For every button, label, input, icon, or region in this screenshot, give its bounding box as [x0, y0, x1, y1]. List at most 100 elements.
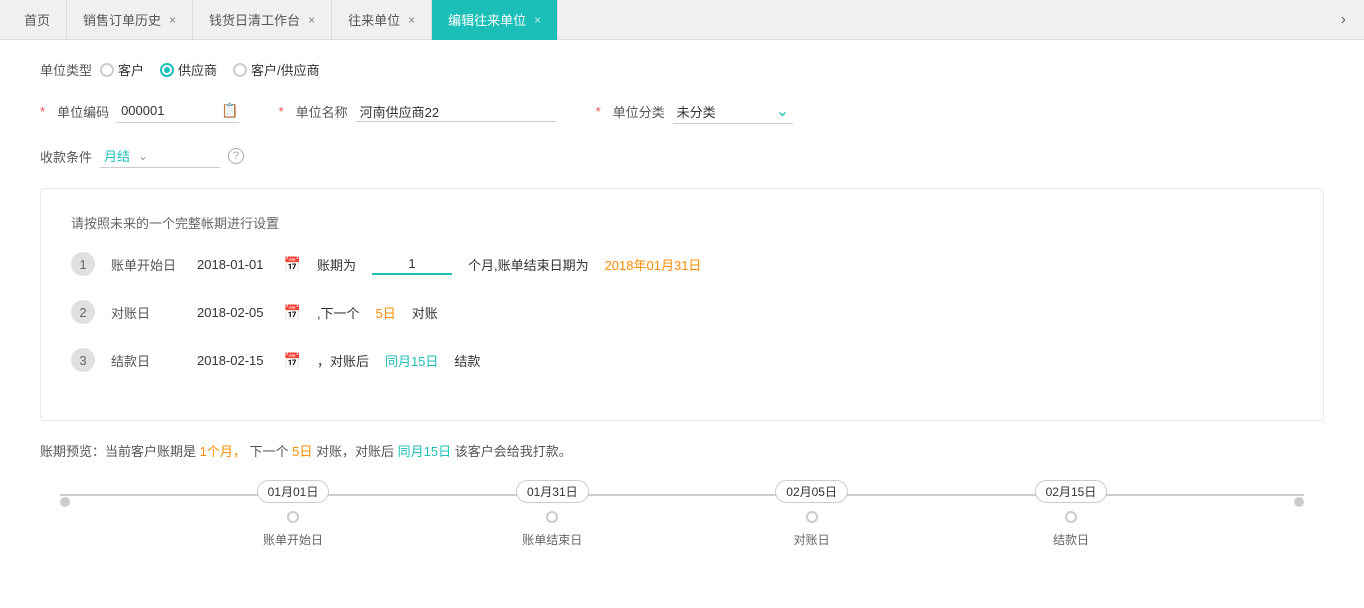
unit-type-label: 单位类型: [40, 60, 92, 79]
unit-code-copy-icon[interactable]: 📋: [221, 102, 238, 119]
preview-prefix: 账期预览：当前客户账期是: [40, 444, 196, 459]
timeline-item-2: 02月05日 对账日: [775, 480, 848, 548]
unit-name-label: 单位名称: [296, 102, 348, 121]
radio-supplier[interactable]: 供应商: [160, 60, 217, 79]
preview-reconcile-day: 5日: [292, 444, 312, 459]
tab-edit-partner[interactable]: 编辑往来单位 ×: [432, 0, 558, 40]
unit-category-star: *: [596, 104, 601, 119]
timeline-dot-0: [287, 511, 299, 523]
unit-type-row: 单位类型 客户 供应商 客户/供应商: [40, 60, 1324, 79]
timeline-item-1: 01月31日 账单结束日: [516, 480, 589, 548]
preview-reconcile-suffix: 对账，对账后: [316, 444, 394, 459]
radio-customer[interactable]: 客户: [100, 60, 144, 79]
timeline-dot-3: [1065, 511, 1077, 523]
timeline-start-dot: [60, 497, 70, 507]
unit-type-radio-group: 客户 供应商 客户/供应商: [100, 60, 320, 79]
close-sales-history-icon[interactable]: ×: [169, 13, 176, 27]
unit-name-field: * 单位名称: [279, 102, 556, 122]
step-3-num: 3: [71, 348, 95, 372]
unit-code-field: * 单位编码 📋: [40, 101, 239, 123]
step-3-label: 结款日: [111, 351, 181, 370]
step-1-period-input[interactable]: [372, 254, 452, 275]
tab-home-label: 首页: [24, 10, 50, 29]
close-partner-icon[interactable]: ×: [408, 13, 415, 27]
panel-hint: 请按照未来的一个完整帐期进行设置: [71, 213, 1293, 232]
step-2-date: 2018-02-05: [197, 305, 264, 320]
tab-sales-history-label: 销售订单历史: [83, 10, 161, 29]
timeline-start-end: [60, 488, 70, 548]
step-2-label: 对账日: [111, 303, 181, 322]
radio-supplier-circle: [160, 63, 174, 77]
close-cash-work-icon[interactable]: ×: [308, 13, 315, 27]
unit-category-select[interactable]: 未分类 ⌄: [673, 99, 793, 124]
timeline-sublabel-0: 账单开始日: [263, 531, 323, 548]
unit-code-star: *: [40, 104, 45, 119]
timeline-items: 01月01日 账单开始日 01月31日 账单结束日 02月05日 对账日 02月…: [60, 480, 1304, 548]
radio-customer-supplier-label: 客户/供应商: [251, 60, 320, 79]
timeline-sublabel-2: 对账日: [794, 531, 830, 548]
unit-category-arrow-icon: ⌄: [776, 101, 789, 121]
timeline-tag-0: 01月01日: [257, 480, 330, 503]
timeline: 01月01日 账单开始日 01月31日 账单结束日 02月05日 对账日 02月…: [40, 480, 1324, 548]
step-3-row: 3 结款日 2018-02-15 📅 ，对账后 同月15日 结款: [71, 348, 1293, 372]
tab-sales-history[interactable]: 销售订单历史 ×: [67, 0, 193, 40]
step-2-desc-prefix: ,下一个: [317, 303, 360, 322]
timeline-sublabel-3: 结款日: [1053, 531, 1089, 548]
step-1-date: 2018-01-01: [197, 257, 264, 272]
payment-terms-arrow-icon: ⌄: [138, 149, 148, 163]
timeline-dot-1: [546, 511, 558, 523]
unit-code-input-wrapper: 📋: [117, 101, 238, 123]
radio-customer-supplier[interactable]: 客户/供应商: [233, 60, 320, 79]
tab-home[interactable]: 首页: [8, 0, 67, 40]
unit-category-value: 未分类: [677, 102, 716, 121]
unit-name-star: *: [279, 104, 284, 119]
billing-panel: 请按照未来的一个完整帐期进行设置 1 账单开始日 2018-01-01 📅 账期…: [40, 188, 1324, 421]
step-1-row: 1 账单开始日 2018-01-01 📅 账期为 个月,账单结束日期为 2018…: [71, 252, 1293, 276]
unit-code-input[interactable]: [117, 101, 217, 120]
preview-period: 1个月，: [200, 444, 246, 459]
radio-customer-label: 客户: [118, 60, 144, 79]
timeline-end-cap: [1294, 488, 1304, 548]
expand-tab-icon[interactable]: ›: [1331, 11, 1356, 29]
close-edit-partner-icon[interactable]: ×: [534, 13, 541, 27]
unit-code-label: 单位编码: [57, 102, 109, 121]
step-1-period-label: 账期为: [317, 255, 356, 274]
step-1-end-date: 2018年01月31日: [605, 255, 702, 274]
preview-reconcile-prefix: 下一个: [250, 444, 289, 459]
step-2-desc-highlight: 5日: [376, 303, 396, 322]
radio-customer-supplier-circle: [233, 63, 247, 77]
step-2-calendar-icon[interactable]: 📅: [284, 304, 301, 321]
unit-category-label: 单位分类: [613, 102, 665, 121]
preview-payment-day: 同月15日: [398, 444, 451, 459]
payment-terms-field: 收款条件 月结 ⌄ ?: [40, 144, 244, 168]
radio-supplier-label: 供应商: [178, 60, 217, 79]
tab-bar: 首页 销售订单历史 × 钱货日清工作台 × 往来单位 × 编辑往来单位 × ›: [0, 0, 1364, 40]
timeline-item-0: 01月01日 账单开始日: [257, 480, 330, 548]
unit-name-input[interactable]: [356, 102, 556, 122]
payment-terms-dropdown[interactable]: 月结 ⌄: [100, 144, 220, 168]
timeline-tag-1: 01月31日: [516, 480, 589, 503]
tab-cash-work-label: 钱货日清工作台: [209, 10, 300, 29]
unit-info-row: * 单位编码 📋 * 单位名称 * 单位分类 未分类 ⌄: [40, 99, 1324, 124]
timeline-sublabel-1: 账单结束日: [522, 531, 582, 548]
payment-terms-help-icon[interactable]: ?: [228, 148, 244, 164]
step-2-desc-suffix: 对账: [412, 303, 438, 322]
step-1-period-unit: 个月,账单结束日期为: [468, 255, 589, 274]
tab-partner-label: 往来单位: [348, 10, 400, 29]
step-3-desc-prefix: ，对账后: [317, 351, 369, 370]
step-3-date: 2018-02-15: [197, 353, 264, 368]
step-1-num: 1: [71, 252, 95, 276]
step-3-desc-suffix: 结款: [454, 351, 480, 370]
timeline-tag-2: 02月05日: [775, 480, 848, 503]
tab-cash-work[interactable]: 钱货日清工作台 ×: [193, 0, 332, 40]
payment-terms-value: 月结: [104, 146, 130, 165]
tab-partner[interactable]: 往来单位 ×: [332, 0, 432, 40]
timeline-dot-2: [806, 511, 818, 523]
tab-edit-partner-label: 编辑往来单位: [448, 10, 526, 29]
step-2-row: 2 对账日 2018-02-05 📅 ,下一个 5日 对账: [71, 300, 1293, 324]
step-3-calendar-icon[interactable]: 📅: [284, 352, 301, 369]
step-1-calendar-icon[interactable]: 📅: [284, 256, 301, 273]
timeline-end-dot: [1294, 497, 1304, 507]
payment-terms-row: 收款条件 月结 ⌄ ?: [40, 144, 1324, 168]
step-3-desc-highlight: 同月15日: [385, 351, 438, 370]
